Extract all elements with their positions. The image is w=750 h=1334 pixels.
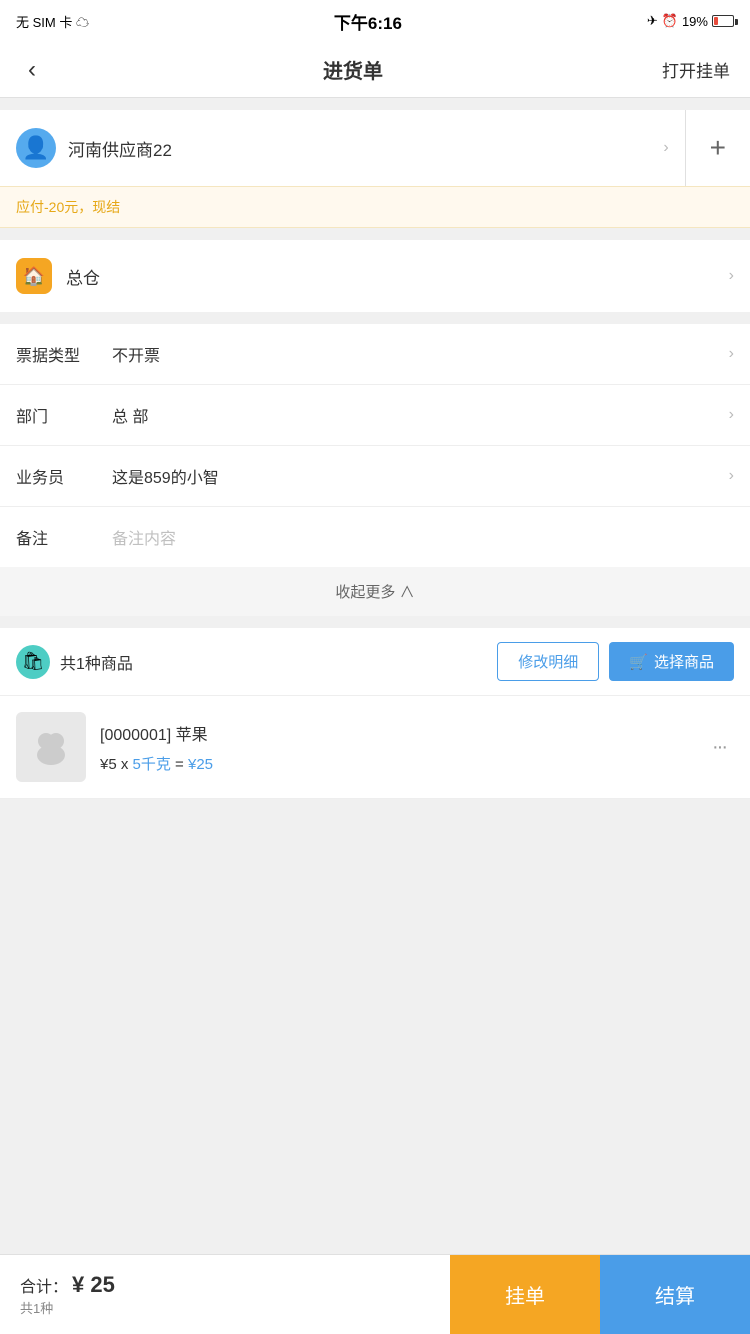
- product-icon: 🛍: [16, 645, 50, 679]
- battery-percent: 19%: [682, 14, 708, 29]
- cart-icon: 🛍: [22, 651, 45, 672]
- warehouse-icon: 🏠: [16, 258, 52, 294]
- product-title: 苹果: [176, 727, 208, 744]
- status-time: 下午6:16: [334, 9, 402, 34]
- chevron-right-icon: ›: [729, 267, 734, 285]
- product-info: [0000001] 苹果 ¥5 x 5千克 = ¥25: [100, 721, 704, 774]
- ticket-type-row[interactable]: 票据类型 不开票 ›: [0, 324, 750, 385]
- product-count: 共1种商品: [60, 650, 497, 674]
- bottom-padding: [0, 799, 750, 899]
- product-quantity: 5千克: [133, 756, 171, 773]
- remark-input[interactable]: 备注内容: [112, 525, 734, 549]
- product-code: [0000001]: [100, 727, 171, 744]
- section-gap-2: [0, 228, 750, 240]
- collapse-button[interactable]: 收起更多 ∧: [0, 567, 750, 616]
- department-label: 部门: [16, 403, 96, 427]
- product-total: ¥25: [188, 756, 213, 773]
- battery-icon: [712, 15, 734, 27]
- product-name: [0000001] 苹果: [100, 721, 704, 745]
- remark-label: 备注: [16, 525, 96, 549]
- multiply-sign: x: [121, 756, 133, 773]
- supplier-section: 👤 河南供应商22 › +: [0, 110, 750, 186]
- product-thumbnail: [16, 712, 86, 782]
- no-sim-text: 无 SIM 卡 ☁: [16, 12, 89, 31]
- salesman-label: 业务员: [16, 464, 96, 488]
- avatar-icon: 👤: [22, 135, 49, 161]
- supplier-avatar: 👤: [16, 128, 56, 168]
- house-icon: 🏠: [23, 266, 45, 287]
- back-button[interactable]: ‹: [20, 48, 44, 92]
- total-section: 合计： ¥ 25 共1种: [0, 1255, 450, 1334]
- department-row[interactable]: 部门 总 部 ›: [0, 385, 750, 446]
- product-item: [0000001] 苹果 ¥5 x 5千克 = ¥25 ···: [0, 696, 750, 799]
- open-hold-button[interactable]: 打开挂单: [662, 57, 730, 82]
- supplier-select-row[interactable]: 👤 河南供应商22 ›: [0, 110, 686, 186]
- status-bar: 无 SIM 卡 ☁ 下午6:16 ✈ ⏰ 19%: [0, 0, 750, 42]
- product-actions: 修改明细 🛒 选择商品: [497, 642, 734, 681]
- equals-sign: =: [175, 756, 188, 773]
- chevron-right-icon: ›: [729, 406, 734, 424]
- salesman-value: 这是859的小智: [112, 464, 721, 488]
- remark-row[interactable]: 备注 备注内容: [0, 507, 750, 567]
- supplier-name: 河南供应商22: [68, 136, 655, 161]
- form-section: 票据类型 不开票 › 部门 总 部 › 业务员 这是859的小智 › 备注 备注…: [0, 324, 750, 567]
- edit-detail-button[interactable]: 修改明细: [497, 642, 599, 681]
- nav-bar: ‹ 进货单 打开挂单: [0, 42, 750, 98]
- total-items: 共1种: [20, 1298, 430, 1317]
- warning-banner: 应付-20元，现结: [0, 186, 750, 228]
- select-icon: 🛒: [629, 653, 648, 671]
- bottom-bar: 合计： ¥ 25 共1种 挂单 结算: [0, 1254, 750, 1334]
- status-right: ✈ ⏰ 19%: [647, 13, 734, 29]
- ticket-type-value: 不开票: [112, 342, 721, 366]
- chevron-right-icon: ›: [729, 345, 734, 363]
- section-gap-1: [0, 98, 750, 110]
- chevron-right-icon: ›: [729, 467, 734, 485]
- salesman-row[interactable]: 业务员 这是859的小智 ›: [0, 446, 750, 507]
- supplier-add-button[interactable]: +: [686, 110, 750, 186]
- product-price-row: ¥5 x 5千克 = ¥25: [100, 753, 704, 774]
- chevron-right-icon: ›: [663, 139, 668, 157]
- checkout-button[interactable]: 结算: [600, 1255, 750, 1334]
- location-icon: ✈: [647, 13, 658, 29]
- warehouse-name: 总仓: [66, 264, 721, 289]
- status-left: 无 SIM 卡 ☁: [16, 12, 89, 31]
- select-product-button[interactable]: 🛒 选择商品: [609, 642, 734, 681]
- product-header: 🛍 共1种商品 修改明细 🛒 选择商品: [0, 628, 750, 696]
- select-button-label: 选择商品: [654, 651, 714, 672]
- department-value: 总 部: [112, 403, 721, 427]
- thumbnail-placeholder: [31, 727, 71, 767]
- hold-button[interactable]: 挂单: [450, 1255, 600, 1334]
- page-title: 进货单: [323, 55, 383, 84]
- more-button[interactable]: ···: [704, 728, 734, 767]
- warehouse-select-row[interactable]: 🏠 总仓 ›: [0, 240, 750, 312]
- total-amount: ¥ 25: [72, 1272, 115, 1298]
- alarm-icon: ⏰: [662, 13, 678, 29]
- ticket-type-label: 票据类型: [16, 342, 96, 366]
- product-price: ¥5: [100, 756, 117, 773]
- total-label: 合计：: [20, 1273, 68, 1297]
